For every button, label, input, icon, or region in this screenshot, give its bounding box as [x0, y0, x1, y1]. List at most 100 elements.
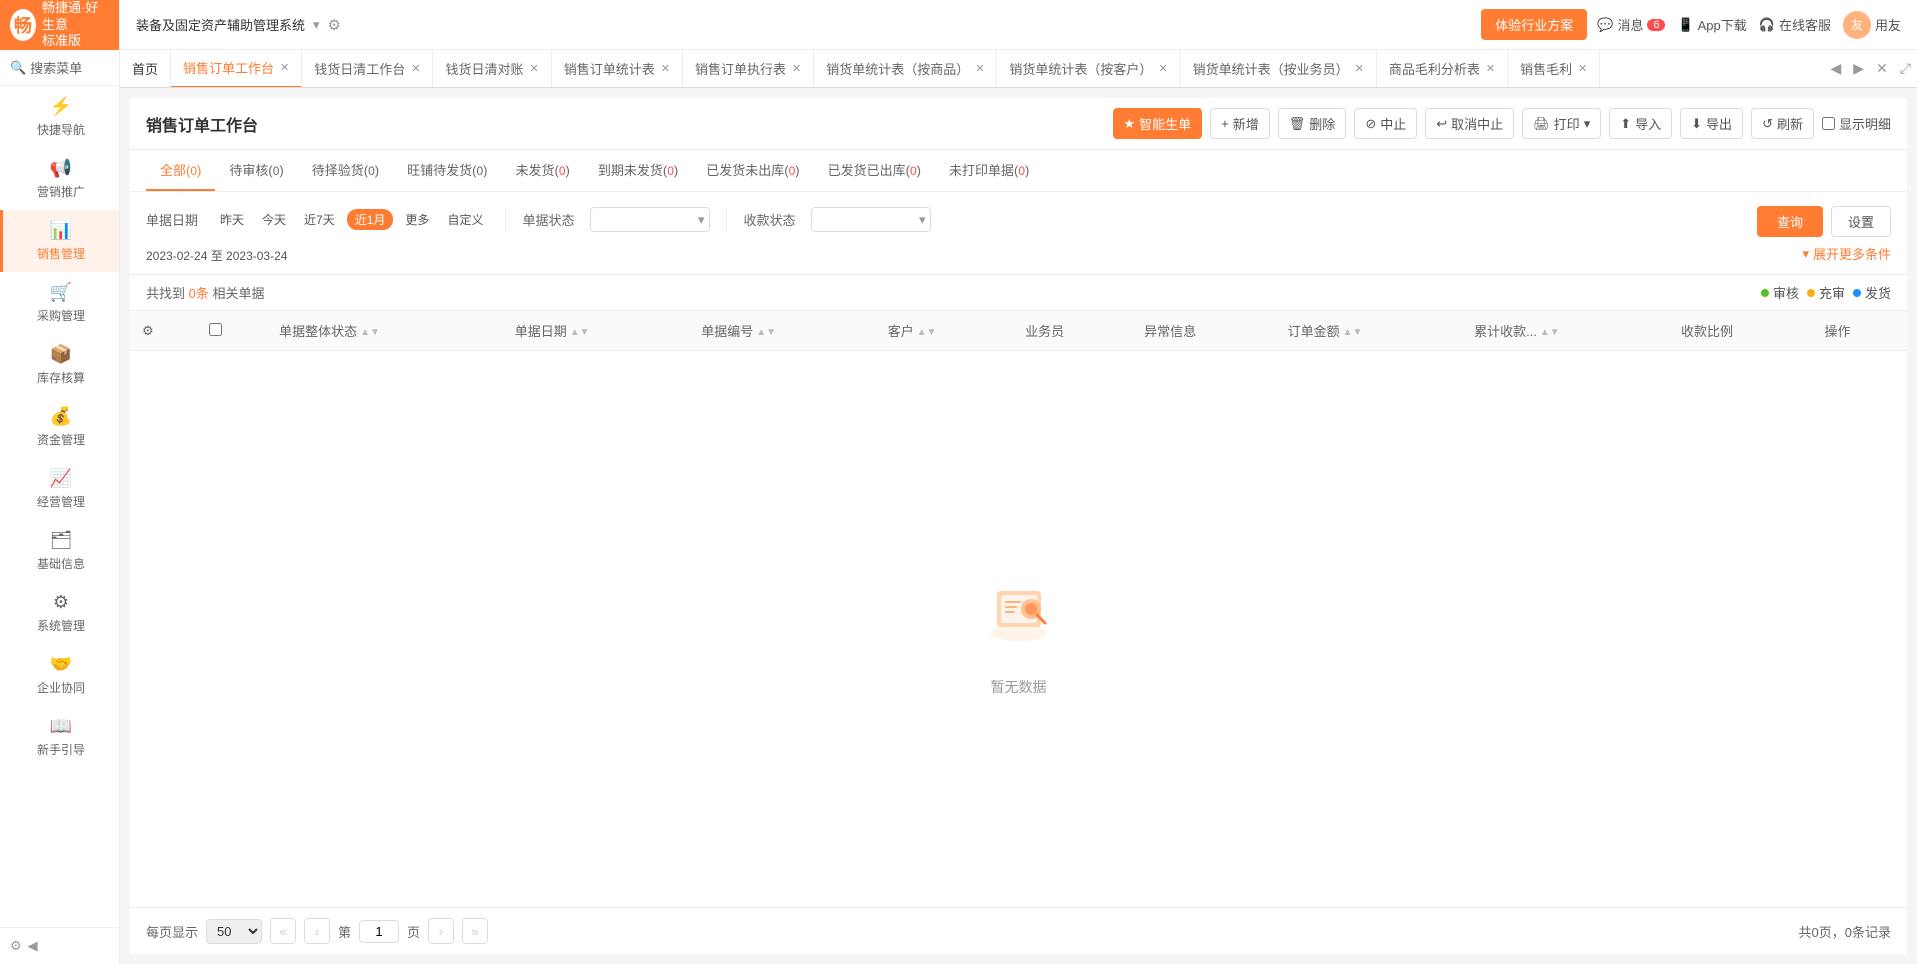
cancel-stop-button[interactable]: ↩ 取消中止 [1425, 108, 1514, 139]
th-amount[interactable]: 订单金额▲▼ [1276, 311, 1463, 351]
search-menu[interactable]: 🔍 搜索菜单 [0, 50, 119, 86]
filter-tab-pending-review[interactable]: 待审核(0) [215, 150, 297, 191]
select-all-checkbox[interactable] [209, 323, 222, 336]
th-date[interactable]: 单据日期▲▼ [503, 311, 690, 351]
app-download-button[interactable]: 📱 App下载 [1677, 15, 1746, 34]
tab-cash-daily[interactable]: 钱货日清工作台✕ [302, 50, 433, 88]
import-button[interactable]: ⬆ 导入 [1609, 108, 1672, 139]
sidebar-item-cooperation[interactable]: 🤝 企业协同 [0, 644, 119, 706]
tab-sales-order-workbench[interactable]: 销售订单工作台✕ [171, 50, 302, 88]
tab-home[interactable]: 首页 [120, 50, 171, 88]
date-option-更多[interactable]: 更多 [399, 209, 435, 230]
smart-create-button[interactable]: ★ 智能生单 [1113, 108, 1203, 139]
tab-scroll-right-icon[interactable]: ▶ [1847, 60, 1870, 77]
show-detail-checkbox[interactable] [1822, 117, 1835, 130]
tab-cash-reconcile[interactable]: 钱货日清对账✕ [433, 50, 551, 88]
filter-tab-shipped-not-out[interactable]: 已发货未出库(0) [692, 150, 813, 191]
collapse-icon[interactable]: ◀ [28, 938, 38, 954]
filter-tab-all[interactable]: 全部(0) [146, 150, 215, 191]
show-detail-label[interactable]: 显示明细 [1822, 114, 1891, 133]
sidebar-item-sales[interactable]: 📊 销售管理 [0, 210, 119, 272]
tab-close-sales-order-execute[interactable]: ✕ [792, 62, 801, 75]
add-button[interactable]: + 新增 [1210, 108, 1270, 139]
settings-icon[interactable]: ⚙ [10, 938, 22, 954]
online-service-button[interactable]: 🎧 在线客服 [1759, 15, 1831, 34]
search-label: 搜索菜单 [30, 58, 82, 77]
date-option-今天[interactable]: 今天 [256, 209, 292, 230]
first-page-button[interactable]: « [270, 918, 296, 944]
print-button[interactable]: 🖨 打印 ▾ [1522, 108, 1601, 139]
sidebar-item-purchase[interactable]: 🛒 采购管理 [0, 272, 119, 334]
next-page-button[interactable]: › [428, 918, 454, 944]
tab-close-sales-profit[interactable]: ✕ [1578, 62, 1587, 75]
user-menu[interactable]: 友 用友 [1843, 11, 1901, 39]
sidebar-item-basic[interactable]: 🗂 基础信息 [0, 520, 119, 582]
delete-button[interactable]: 🗑 删除 [1278, 108, 1347, 139]
tab-sales-order-stats[interactable]: 销售订单统计表✕ [552, 50, 683, 88]
set-button[interactable]: 设置 [1831, 206, 1891, 237]
export-button[interactable]: ⬇ 导出 [1680, 108, 1743, 139]
date-option-近1月[interactable]: 近1月 [347, 209, 394, 230]
th-number[interactable]: 单据编号▲▼ [689, 311, 876, 351]
date-option-自定义[interactable]: 自定义 [441, 209, 489, 230]
tab-product-margin[interactable]: 商品毛利分析表✕ [1377, 50, 1508, 88]
filter-tab-not-printed[interactable]: 未打印单据(0) [935, 150, 1043, 191]
online-service-label: 在线客服 [1779, 15, 1831, 34]
th-customer[interactable]: 客户▲▼ [876, 311, 1013, 351]
tab-close-product-margin[interactable]: ✕ [1486, 62, 1495, 75]
tab-close-cash-reconcile[interactable]: ✕ [530, 62, 539, 75]
industry-solution-button[interactable]: 体验行业方案 [1481, 9, 1587, 40]
sidebar-item-quick-nav[interactable]: ⚡ 快捷导航 [0, 86, 119, 148]
tab-sales-order-execute[interactable]: 销售订单执行表 ✕ [683, 50, 814, 88]
tab-close-cash-daily[interactable]: ✕ [411, 62, 420, 75]
tab-maximize-icon[interactable]: ⤢ [1894, 60, 1917, 77]
th-status[interactable]: 单据整体状态▲▼ [267, 311, 503, 351]
tab-label-sales-order-execute: 销售订单执行表 [695, 59, 786, 78]
page-size-select[interactable]: 50 10 20 100 [206, 919, 262, 944]
filter-tab-pending-inspect[interactable]: 待择验货(0) [298, 150, 393, 191]
toolbar-action-unreviewed[interactable]: 充审 [1807, 283, 1845, 302]
stop-button[interactable]: ⊘ 中止 [1354, 108, 1417, 139]
date-option-近7天[interactable]: 近7天 [298, 209, 341, 230]
sidebar-item-guide[interactable]: 📖 新手引导 [0, 706, 119, 768]
print-dropdown-icon[interactable]: ▾ [1584, 116, 1591, 132]
toolbar-action-review[interactable]: 审核 [1761, 283, 1799, 302]
tab-sales-profit[interactable]: 销售毛利✕ [1508, 50, 1600, 88]
filter-tab-overdue-not-shipped[interactable]: 到期未发货(0) [584, 150, 692, 191]
settings-col-icon[interactable]: ⚙ [142, 323, 154, 338]
tab-sales-stats-customer[interactable]: 销货单统计表（按客户）✕ [997, 50, 1180, 88]
sidebar-item-system[interactable]: ⚙ 系统管理 [0, 582, 119, 644]
sidebar-item-operation[interactable]: 📈 经营管理 [0, 458, 119, 520]
tab-scroll-left-icon[interactable]: ◀ [1825, 60, 1848, 77]
tab-close-all-icon[interactable]: ✕ [1870, 60, 1894, 77]
query-button[interactable]: 查询 [1757, 206, 1823, 237]
filter-tab-shipped-out[interactable]: 已发货已出库(0) [814, 150, 935, 191]
tab-close-sales-stats-staff[interactable]: ✕ [1355, 62, 1364, 75]
message-button[interactable]: 💬 消息 6 [1597, 15, 1665, 34]
tab-sales-stats-staff[interactable]: 销货单统计表（按业务员）✕ [1181, 50, 1377, 88]
prev-page-button[interactable]: ‹ [304, 918, 330, 944]
expand-filter-button[interactable]: ▾ 展开更多条件 [1802, 244, 1891, 263]
topbar-settings-icon[interactable]: ⚙ [328, 16, 341, 34]
tab-sales-stats-product[interactable]: 销货单统计表（按商品）✕ [814, 50, 997, 88]
toolbar-action-ship[interactable]: 发货 [1853, 283, 1891, 302]
filter-tab-wangpu-pending[interactable]: 旺铺待发货(0) [393, 150, 501, 191]
refresh-button[interactable]: ↺ 刷新 [1751, 108, 1814, 139]
sidebar-item-inventory[interactable]: 📦 库存核算 [0, 334, 119, 396]
tab-close-sales-stats-customer[interactable]: ✕ [1158, 62, 1167, 75]
table-scroll-area[interactable]: ⚙单据整体状态▲▼单据日期▲▼单据编号▲▼客户▲▼业务员异常信息订单金额▲▼累计… [130, 311, 1907, 351]
topbar-dropdown-icon[interactable]: ▾ [313, 17, 320, 33]
sidebar-item-marketing[interactable]: 📢 营销推广 [0, 148, 119, 210]
filter-tab-not-shipped[interactable]: 未发货(0) [502, 150, 584, 191]
tab-close-sales-order-workbench[interactable]: ✕ [280, 61, 289, 74]
status-select[interactable] [590, 207, 710, 232]
tab-close-sales-order-stats[interactable]: ✕ [661, 62, 670, 75]
sidebar-bottom[interactable]: ⚙ ◀ [0, 927, 119, 964]
last-page-button[interactable]: » [462, 918, 488, 944]
page-number-input[interactable] [359, 920, 399, 943]
tab-close-sales-stats-product[interactable]: ✕ [975, 62, 984, 75]
th-received[interactable]: 累计收款...▲▼ [1462, 311, 1669, 351]
sidebar-item-finance[interactable]: 💰 资金管理 [0, 396, 119, 458]
payment-select[interactable] [811, 207, 931, 232]
date-option-昨天[interactable]: 昨天 [214, 209, 250, 230]
